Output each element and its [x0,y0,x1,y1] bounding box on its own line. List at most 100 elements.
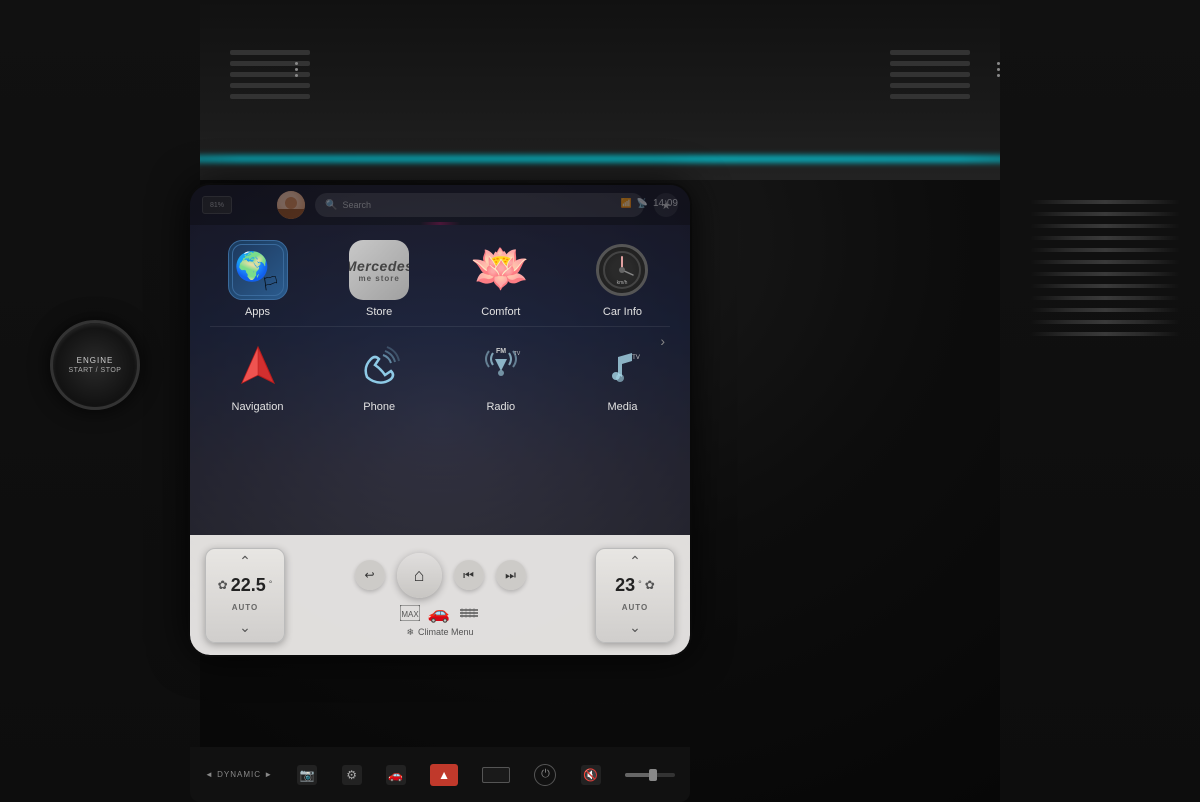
mercedes-store-badge: Mercedes me store [349,240,409,300]
playback-row: ↩ ⌂ ⏮ ⏭ [355,553,526,598]
comfort-button[interactable]: 🪷 Comfort [453,240,548,318]
battery-indicator: 81% [202,196,232,214]
dynamic-mode-button[interactable]: ◄ DYNAMIC ► [205,770,273,779]
comfort-label: Comfort [481,306,520,318]
svg-text:FM: FM [496,348,506,355]
right-temp-unit: ° [638,579,642,589]
media-label: Media [607,401,637,413]
apps-button[interactable]: 🌍 🏳 Apps [210,240,305,318]
row-divider [210,326,670,327]
user-avatar[interactable] [277,191,305,219]
store-button[interactable]: Mercedes me store Store [332,240,427,318]
search-placeholder: Search [342,200,371,210]
gauge-icon: km/h [596,244,648,296]
home-button[interactable]: ⌂ [397,553,442,598]
temp-up-icon[interactable]: ⌃ [239,554,251,568]
mute-button[interactable]: 🔇 [581,765,601,785]
media-icon: TV [592,335,652,395]
right-auto-label: AUTO [622,603,649,612]
search-bar[interactable]: 🔍 Search [315,193,644,217]
settings-button[interactable]: ⚙ [342,765,362,785]
right-temp-up-icon[interactable]: ⌃ [629,554,641,568]
vent-slats-right [890,50,970,110]
flag-icon: 🏳 [262,275,280,292]
svg-text:km/h: km/h [617,280,628,286]
comfort-icon: 🪷 [471,240,531,300]
app-grid-area: 🌍 🏳 Apps Mercedes me store Store [190,225,690,423]
temp-down-icon[interactable]: ⌄ [239,619,251,636]
more-apps-chevron[interactable]: › [660,333,665,349]
left-temp-display: ✿ 22.5 ° [218,575,273,596]
wifi-icon: 📶 [621,198,632,209]
status-bar: 📶 📡 14:09 [621,198,678,209]
carinfo-button[interactable]: km/h Car Info [575,240,670,318]
right-sidebar [1000,0,1200,802]
phone-icon [349,335,409,395]
settings-icon: ⚙ [342,765,362,785]
climate-bar: ⌃ ✿ 22.5 ° AUTO ⌄ ↩ ⌂ ⏮ ⏭ MAX [190,535,690,655]
left-temp-value: 22.5 [231,575,266,596]
right-temp-value: 23 [615,575,635,596]
climate-menu-row[interactable]: ❄ Climate Menu [406,627,473,638]
mode-icon [482,767,510,783]
fan-left-icon: ✿ [218,578,228,592]
climate-row: ⌃ ✿ 22.5 ° AUTO ⌄ ↩ ⌂ ⏮ ⏭ MAX [190,535,690,655]
avatar-face [277,191,305,219]
center-controls: ↩ ⌂ ⏮ ⏭ MAX 🚗 ❄ Climate Menu [290,553,590,638]
rear-defrost-icon [458,606,480,620]
dynamic-label: ◄ DYNAMIC ► [205,770,273,779]
power-button[interactable]: ⏻ [534,764,556,786]
climate-icons-row: MAX 🚗 [400,603,480,624]
store-label: Store [366,306,392,318]
left-temp-unit: ° [269,579,273,589]
main-screen: 81% 🔍 Search ★ 📶 📡 14:09 [190,185,690,655]
carinfo-label: Car Info [603,306,642,318]
mute-icon: 🔇 [581,765,601,785]
hazard-button[interactable]: ▲ [430,764,458,786]
hazard-icon: ▲ [438,768,450,782]
menu-dots-left[interactable] [295,62,298,77]
top-app-row: 🌍 🏳 Apps Mercedes me store Store [210,240,670,318]
media-button[interactable]: TV Media [575,335,670,413]
navigation-button[interactable]: Navigation [210,335,305,413]
radio-label: Radio [486,401,515,413]
engine-button-label: ENGINE START / STOP [69,355,122,376]
vent-slats-left [230,50,310,110]
signal-icon: 📡 [637,198,648,209]
right-temp-down-icon[interactable]: ⌄ [629,619,641,636]
right-climate-dial[interactable]: ⌃ 23 ° ✿ AUTO ⌄ [595,548,675,643]
fan-right-icon: ✿ [645,578,655,592]
screen-topbar: 81% 🔍 Search ★ 📶 📡 14:09 [190,185,690,225]
svg-text:MAX: MAX [401,610,419,619]
car-icon-phys: 🚗 [386,765,406,785]
power-icon: ⏻ [541,768,550,781]
next-track-button[interactable]: ⏭ [496,560,526,590]
camera-icon: 📷 [297,765,317,785]
climate-menu-label: Climate Menu [418,627,474,637]
apps-label: Apps [245,306,270,318]
svg-text:TV: TV [514,351,521,357]
svg-text:TV: TV [633,355,641,361]
mode-switch-button[interactable] [482,767,510,783]
navigation-icon [228,335,288,395]
left-auto-label: AUTO [232,603,259,612]
back-button[interactable]: ↩ [355,560,385,590]
apps-icon: 🌍 🏳 [228,240,288,300]
radio-button[interactable]: FM TV Radio [453,335,548,413]
prev-track-button[interactable]: ⏮ [454,560,484,590]
right-vents [1030,200,1180,500]
volume-slider[interactable] [625,773,675,777]
radio-icon: FM TV [471,335,531,395]
car-button[interactable]: 🚗 [386,765,406,785]
clock: 14:09 [653,198,678,209]
navigation-label: Navigation [232,401,284,413]
carinfo-icon: km/h [592,240,652,300]
left-climate-dial[interactable]: ⌃ ✿ 22.5 ° AUTO ⌄ [205,548,285,643]
climate-menu-icon: ❄ [406,627,414,638]
engine-start-stop-button[interactable]: ENGINE START / STOP [50,320,140,410]
phone-label: Phone [363,401,395,413]
bottom-app-row: Navigation Phone [210,335,670,413]
phone-button[interactable]: Phone [332,335,427,413]
camera-button[interactable]: 📷 [297,765,317,785]
physical-buttons-bar: ◄ DYNAMIC ► 📷 ⚙ 🚗 ▲ ⏻ 🔇 [190,747,690,802]
